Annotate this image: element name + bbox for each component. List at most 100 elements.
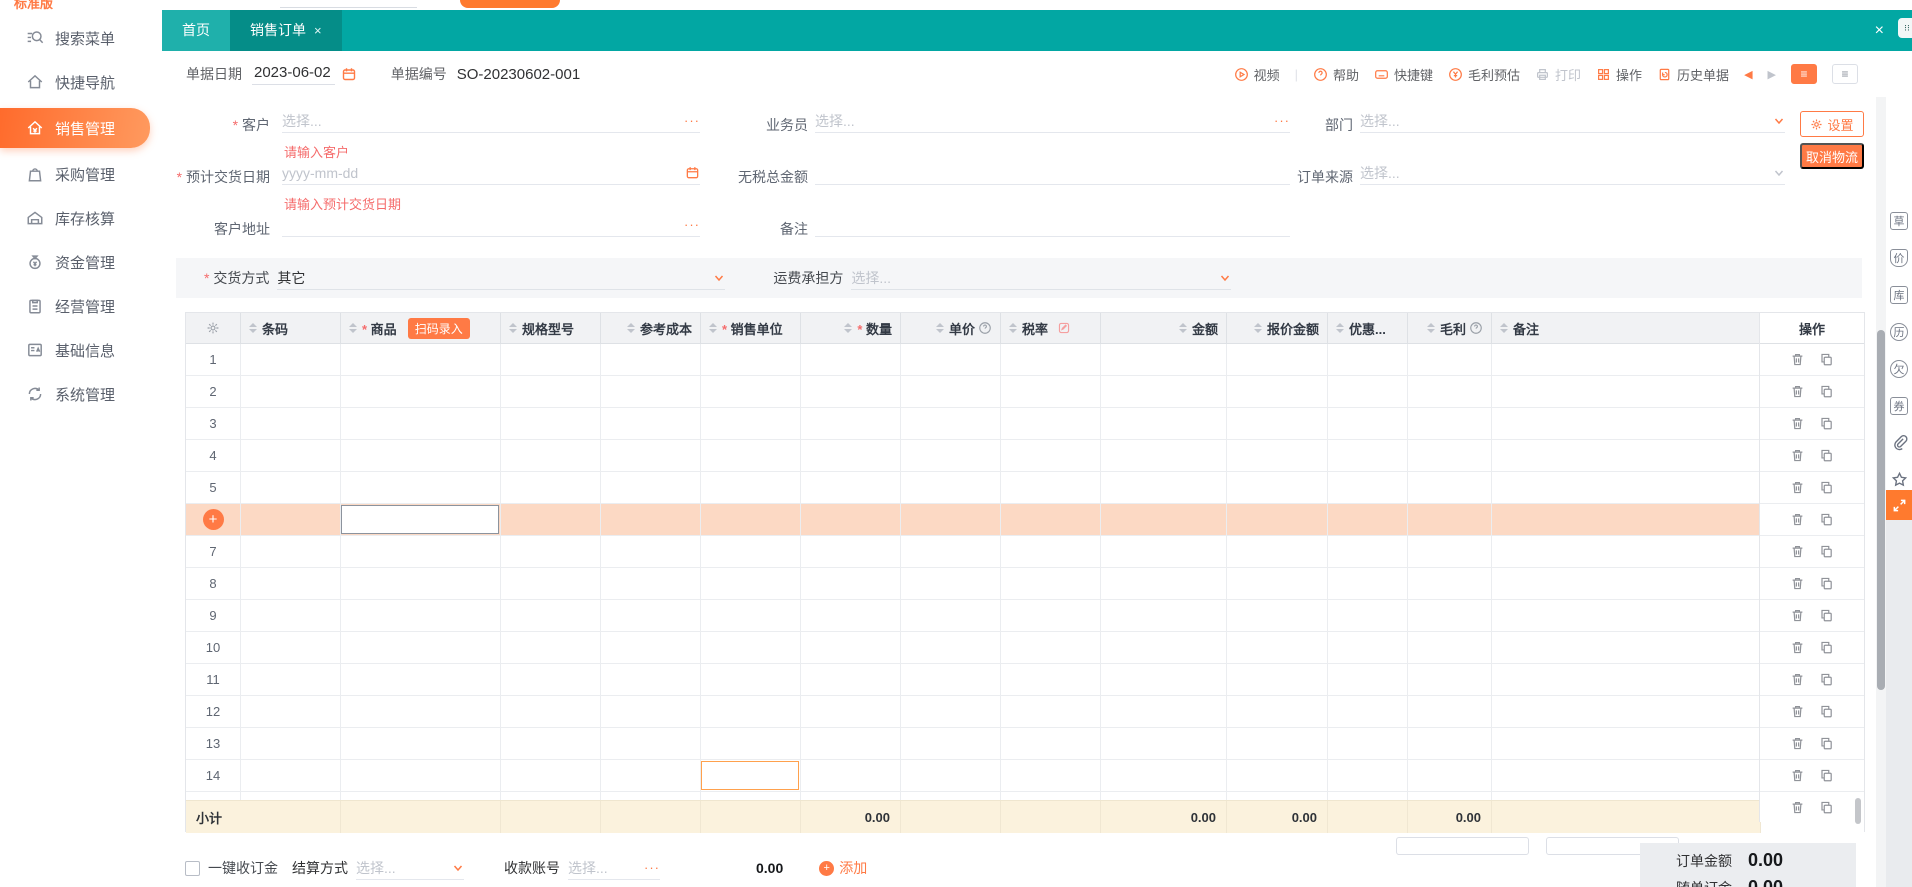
- cell-sale-unit[interactable]: [701, 728, 801, 760]
- cell-discount[interactable]: [1328, 376, 1408, 408]
- help-action[interactable]: 帮助: [1313, 65, 1359, 84]
- cell-ref-cost[interactable]: [601, 728, 701, 760]
- cell-gross-profit[interactable]: [1408, 376, 1492, 408]
- cell-barcode[interactable]: [241, 696, 341, 728]
- cut-input-field[interactable]: [1396, 837, 1529, 855]
- cell-unit-price[interactable]: [901, 344, 1001, 376]
- cell-remark[interactable]: [1492, 600, 1761, 632]
- trash-icon[interactable]: [1790, 608, 1805, 623]
- freight-bearer-select[interactable]: 选择...: [851, 266, 1232, 290]
- cell-barcode[interactable]: [241, 760, 341, 792]
- trash-icon[interactable]: [1790, 512, 1805, 527]
- cell-ref-cost[interactable]: [601, 408, 701, 440]
- cell-product[interactable]: [341, 440, 501, 472]
- cell-ref-cost[interactable]: [601, 568, 701, 600]
- scan-entry-button[interactable]: 扫码录入: [407, 317, 470, 339]
- cell-spec[interactable]: [501, 568, 601, 600]
- cell-tax-rate[interactable]: [1001, 376, 1101, 408]
- cell-discount[interactable]: [1328, 408, 1408, 440]
- cell-unit-price[interactable]: [901, 568, 1001, 600]
- doc-date-value[interactable]: 2023-06-02: [252, 64, 335, 85]
- cell-quote-amount[interactable]: [1227, 504, 1328, 536]
- cell-unit-price[interactable]: [901, 632, 1001, 664]
- copy-icon[interactable]: [1819, 768, 1834, 783]
- cell-ref-cost[interactable]: [601, 632, 701, 664]
- sidebar-item-operations[interactable]: 经营管理: [0, 288, 162, 324]
- cell-amount[interactable]: [1101, 664, 1227, 696]
- cell-editor[interactable]: [701, 761, 799, 790]
- cell-ref-cost[interactable]: [601, 696, 701, 728]
- cell-quantity[interactable]: [801, 760, 901, 792]
- cell-sale-unit[interactable]: [701, 376, 801, 408]
- cell-tax-rate[interactable]: [1001, 760, 1101, 792]
- cell-quote-amount[interactable]: [1227, 728, 1328, 760]
- cell-unit-price[interactable]: [901, 440, 1001, 472]
- cell-amount[interactable]: [1101, 568, 1227, 600]
- chevron-down-icon[interactable]: [452, 862, 464, 874]
- cell-tax-rate[interactable]: [1001, 600, 1101, 632]
- copy-icon[interactable]: [1819, 608, 1834, 623]
- cell-quote-amount[interactable]: [1227, 440, 1328, 472]
- column-header-amount[interactable]: 金额: [1101, 313, 1227, 344]
- sidebar-item-sales[interactable]: 销售管理: [0, 108, 150, 148]
- cell-sale-unit[interactable]: [701, 344, 801, 376]
- column-header-remark[interactable]: 备注: [1492, 313, 1761, 344]
- cell-remark[interactable]: [1492, 696, 1761, 728]
- copy-icon[interactable]: [1819, 512, 1834, 527]
- cell-ref-cost[interactable]: [601, 664, 701, 696]
- trash-icon[interactable]: [1790, 768, 1805, 783]
- cell-ref-cost[interactable]: [601, 600, 701, 632]
- list-view-button[interactable]: ≡: [1791, 64, 1817, 84]
- scrollbar-thumb[interactable]: [1877, 330, 1885, 690]
- close-icon[interactable]: ×: [1875, 10, 1884, 51]
- trash-icon[interactable]: [1790, 384, 1805, 399]
- strip-stock-icon[interactable]: 库: [1886, 276, 1912, 313]
- cell-unit-price[interactable]: [901, 760, 1001, 792]
- column-header-quantity[interactable]: 数量: [801, 313, 901, 344]
- cell-discount[interactable]: [1328, 760, 1408, 792]
- cell-quote-amount[interactable]: [1227, 536, 1328, 568]
- cell-quantity[interactable]: [801, 408, 901, 440]
- cell-sale-unit[interactable]: [701, 568, 801, 600]
- chevron-down-icon[interactable]: [1773, 115, 1785, 127]
- cell-tax-rate[interactable]: [1001, 408, 1101, 440]
- cell-gross-profit[interactable]: [1408, 696, 1492, 728]
- cell-product[interactable]: [341, 376, 501, 408]
- top-action-button[interactable]: [460, 0, 560, 8]
- cell-remark[interactable]: [1492, 504, 1761, 536]
- cell-product[interactable]: [341, 632, 501, 664]
- trash-icon[interactable]: [1790, 576, 1805, 591]
- cell-tax-rate[interactable]: [1001, 536, 1101, 568]
- cell-tax-rate[interactable]: [1001, 696, 1101, 728]
- cell-amount[interactable]: [1101, 696, 1227, 728]
- receive-account-select[interactable]: 选择... ···: [568, 856, 660, 880]
- cell-ref-cost[interactable]: [601, 760, 701, 792]
- cell-quantity[interactable]: [801, 632, 901, 664]
- cell-quote-amount[interactable]: [1227, 760, 1328, 792]
- cell-unit-price[interactable]: [901, 472, 1001, 504]
- order-source-field[interactable]: 选择...: [1360, 161, 1785, 185]
- cell-gross-profit[interactable]: [1408, 632, 1492, 664]
- trash-icon[interactable]: [1790, 704, 1805, 719]
- cell-barcode[interactable]: [241, 600, 341, 632]
- cell-product[interactable]: [341, 536, 501, 568]
- cell-amount[interactable]: [1101, 440, 1227, 472]
- column-header-product[interactable]: 商品扫码录入: [341, 313, 501, 344]
- cell-discount[interactable]: [1328, 536, 1408, 568]
- copy-icon[interactable]: [1819, 736, 1834, 751]
- cancel-logistics-button[interactable]: 取消物流: [1800, 143, 1864, 169]
- cell-amount[interactable]: [1101, 472, 1227, 504]
- column-header-barcode[interactable]: 条码: [241, 313, 341, 344]
- cell-gross-profit[interactable]: [1408, 504, 1492, 536]
- customer-address-field[interactable]: ···: [282, 213, 700, 237]
- next-doc-icon[interactable]: ▶: [1768, 68, 1776, 81]
- tab-home[interactable]: 首页: [162, 10, 230, 51]
- strip-arrears-icon[interactable]: 欠: [1886, 350, 1912, 387]
- cell-gross-profit[interactable]: [1408, 408, 1492, 440]
- copy-icon[interactable]: [1819, 352, 1834, 367]
- cell-tax-rate[interactable]: [1001, 568, 1101, 600]
- cell-spec[interactable]: [501, 472, 601, 504]
- trash-icon[interactable]: [1790, 448, 1805, 463]
- cell-sale-unit[interactable]: [701, 536, 801, 568]
- cell-spec[interactable]: [501, 696, 601, 728]
